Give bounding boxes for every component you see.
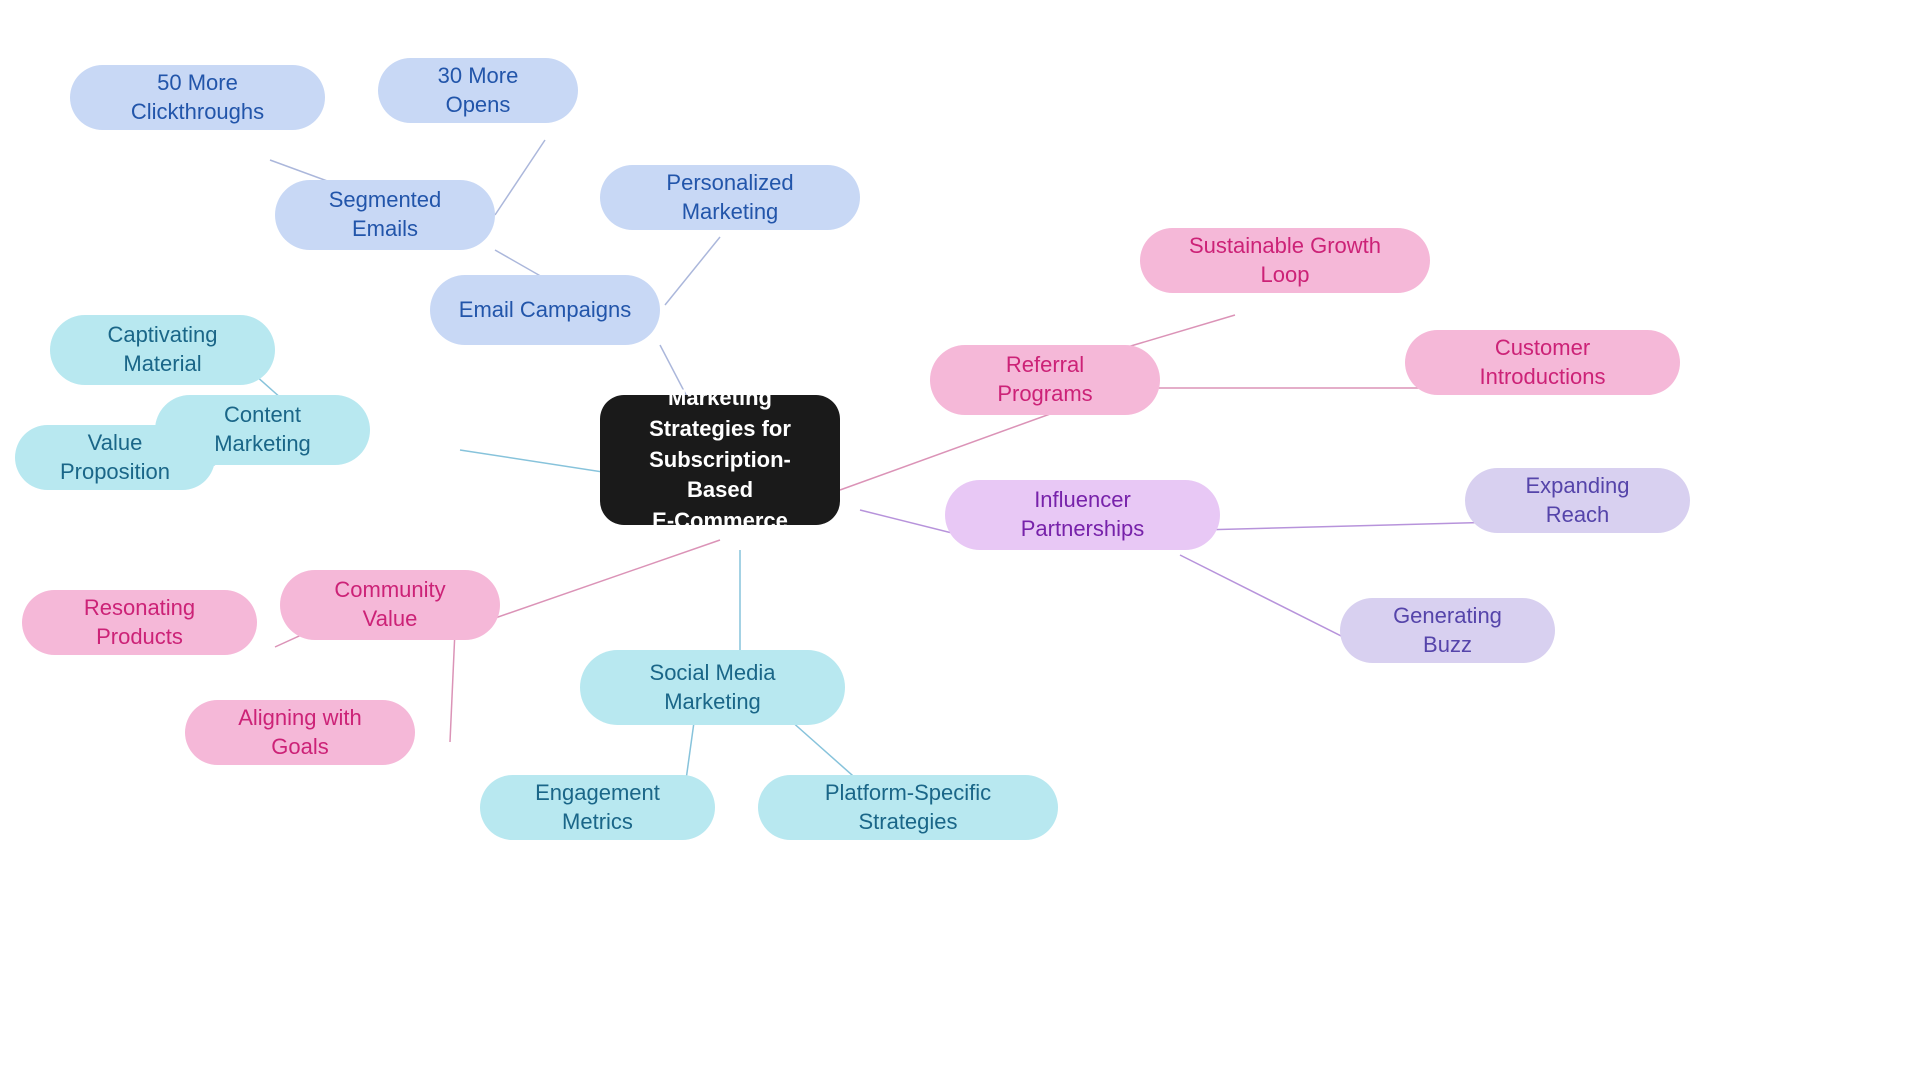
value-proposition-node: Value Proposition	[15, 425, 215, 490]
aligning-with-goals-label: Aligning with Goals	[213, 704, 387, 761]
center-node: Marketing Strategies for Subscription-Ba…	[600, 395, 840, 525]
referral-programs-label: Referral Programs	[958, 351, 1132, 408]
influencer-partnerships-label: Influencer Partnerships	[973, 486, 1192, 543]
captivating-material-label: Captivating Material	[78, 321, 247, 378]
sustainable-growth-label: Sustainable Growth Loop	[1168, 232, 1402, 289]
generating-buzz-node: Generating Buzz	[1340, 598, 1555, 663]
captivating-material-node: Captivating Material	[50, 315, 275, 385]
center-label: Marketing Strategies for Subscription-Ba…	[636, 383, 804, 537]
customer-introductions-label: Customer Introductions	[1433, 334, 1652, 391]
generating-buzz-label: Generating Buzz	[1368, 602, 1527, 659]
personalized-marketing-node: Personalized Marketing	[600, 165, 860, 230]
segmented-emails-node: Segmented Emails	[275, 180, 495, 250]
resonating-products-node: Resonating Products	[22, 590, 257, 655]
sustainable-growth-node: Sustainable Growth Loop	[1140, 228, 1430, 293]
fifty-clickthroughs-label: 50 More Clickthroughs	[98, 69, 297, 126]
email-campaigns-node: Email Campaigns	[430, 275, 660, 345]
thirty-more-opens-node: 30 More Opens	[378, 58, 578, 123]
personalized-marketing-label: Personalized Marketing	[628, 169, 832, 226]
customer-introductions-node: Customer Introductions	[1405, 330, 1680, 395]
email-campaigns-label: Email Campaigns	[459, 296, 631, 325]
fifty-clickthroughs-node: 50 More Clickthroughs	[70, 65, 325, 130]
engagement-metrics-node: Engagement Metrics	[480, 775, 715, 840]
engagement-metrics-label: Engagement Metrics	[508, 779, 687, 836]
platform-specific-node: Platform-Specific Strategies	[758, 775, 1058, 840]
expanding-reach-label: Expanding Reach	[1493, 472, 1662, 529]
resonating-products-label: Resonating Products	[50, 594, 229, 651]
value-proposition-label: Value Proposition	[43, 429, 187, 486]
referral-programs-node: Referral Programs	[930, 345, 1160, 415]
social-media-marketing-label: Social Media Marketing	[608, 659, 817, 716]
expanding-reach-node: Expanding Reach	[1465, 468, 1690, 533]
aligning-with-goals-node: Aligning with Goals	[185, 700, 415, 765]
thirty-more-opens-label: 30 More Opens	[406, 62, 550, 119]
segmented-emails-label: Segmented Emails	[303, 186, 467, 243]
social-media-marketing-node: Social Media Marketing	[580, 650, 845, 725]
platform-specific-label: Platform-Specific Strategies	[786, 779, 1030, 836]
community-value-label: Community Value	[308, 576, 472, 633]
community-value-node: Community Value	[280, 570, 500, 640]
influencer-partnerships-node: Influencer Partnerships	[945, 480, 1220, 550]
